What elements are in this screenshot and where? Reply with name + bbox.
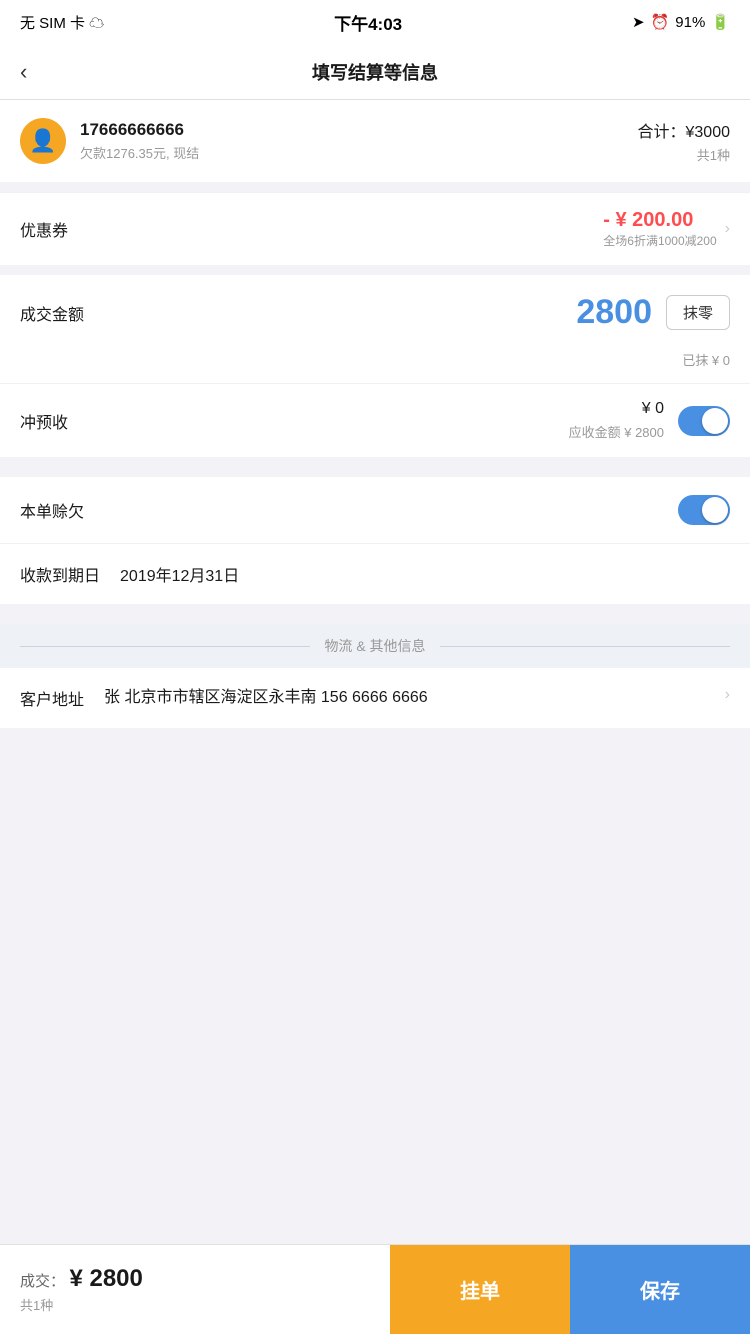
logistics-divider: 物流 & 其他信息 xyxy=(0,624,750,668)
coupon-value: - ¥ 200.00 xyxy=(603,209,716,232)
status-bar: 无 SIM 卡 ☁ 下午4:03 ➤ ⏰ 91% 🔋 xyxy=(0,0,750,44)
amount-section: 成交金额 2800 抹零 已抹 ¥ 0 冲预收 ¥ 0 应收金额 ¥ 2800 xyxy=(0,275,750,457)
due-date-value: 2019年12月31日 xyxy=(120,562,239,586)
prepay-row: 冲预收 ¥ 0 应收金额 ¥ 2800 xyxy=(0,383,750,457)
customer-left: 👤 17666666666 欠款1276.35元, 现结 xyxy=(20,118,199,164)
location-icon: ➤ xyxy=(632,13,645,31)
save-button[interactable]: 保存 xyxy=(570,1245,750,1334)
alarm-icon: ⏰ xyxy=(651,13,670,31)
amount-sub: 已抹 ¥ 0 xyxy=(0,350,750,383)
debt-toggle[interactable] xyxy=(678,495,730,525)
customer-phone: 17666666666 xyxy=(80,120,199,140)
address-row[interactable]: 客户地址 张 北京市市辖区海淀区永丰南 156 6666 6666 › xyxy=(0,668,750,728)
customer-info: 17666666666 欠款1276.35元, 现结 xyxy=(80,120,199,162)
amount-row: 成交金额 2800 抹零 xyxy=(0,275,750,350)
prepay-right: ¥ 0 应收金额 ¥ 2800 xyxy=(569,400,730,441)
nav-bar: ‹ 填写结算等信息 xyxy=(0,44,750,100)
coupon-desc: 全场6折满1000减200 xyxy=(603,232,716,249)
due-label: 收款到期日 xyxy=(20,562,100,586)
customer-right: 合计：¥3000 共1种 xyxy=(637,118,730,164)
address-value: 张 北京市市辖区海淀区永丰南 156 6666 6666 xyxy=(104,686,711,710)
divider-line-left xyxy=(20,646,310,647)
due-date-row: 收款到期日 2019年12月31日 xyxy=(0,543,750,604)
prepay-toggle[interactable] xyxy=(678,406,730,436)
avatar: 👤 xyxy=(20,118,66,164)
amount-right: 2800 抹零 xyxy=(576,293,730,332)
amount-label: 成交金额 xyxy=(20,301,84,325)
coupon-label: 优惠券 xyxy=(20,217,68,241)
debt-section: 本单赊欠 收款到期日 2019年12月31日 xyxy=(0,477,750,604)
bottom-count: 共1种 xyxy=(20,1295,370,1314)
bottom-total-value: ¥ 2800 xyxy=(69,1265,142,1292)
customer-total: 合计：¥3000 xyxy=(637,118,730,142)
prepay-amount: ¥ 0 xyxy=(642,400,664,418)
bottom-summary: 成交： ¥ 2800 共1种 xyxy=(0,1265,390,1314)
debt-label: 本单赊欠 xyxy=(20,498,84,522)
amount-value: 2800 xyxy=(576,293,652,332)
prepay-label: 冲预收 xyxy=(20,409,68,433)
debt-row: 本单赊欠 xyxy=(0,477,750,543)
back-button[interactable]: ‹ xyxy=(20,55,35,89)
address-label: 客户地址 xyxy=(20,686,90,710)
prepay-sub: 应收金额 ¥ 2800 xyxy=(569,422,664,441)
prepay-values: ¥ 0 应收金额 ¥ 2800 xyxy=(569,400,664,441)
divider-2 xyxy=(0,467,750,477)
battery-icon: 🔋 xyxy=(711,13,730,31)
divider-line-right xyxy=(440,646,730,647)
coupon-row[interactable]: 优惠券 - ¥ 200.00 全场6折满1000减200 › xyxy=(0,192,750,265)
customer-count: 共1种 xyxy=(637,145,730,164)
round-button[interactable]: 抹零 xyxy=(666,295,730,330)
status-left: 无 SIM 卡 ☁ xyxy=(20,12,104,33)
battery-label: 91% xyxy=(675,14,705,31)
hang-button[interactable]: 挂单 xyxy=(390,1245,570,1334)
status-right: ➤ ⏰ 91% 🔋 xyxy=(632,13,730,31)
divider-1 xyxy=(0,265,750,275)
avatar-icon: 👤 xyxy=(29,128,56,154)
coupon-right: - ¥ 200.00 全场6折满1000减200 › xyxy=(603,209,730,249)
chevron-right-icon: › xyxy=(725,220,730,238)
no-sim-label: 无 SIM 卡 ☁ xyxy=(20,12,104,33)
page-title: 填写结算等信息 xyxy=(312,59,438,85)
customer-card: 👤 17666666666 欠款1276.35元, 现结 合计：¥3000 共1… xyxy=(0,100,750,182)
address-chevron-icon: › xyxy=(725,686,730,704)
bottom-bar: 成交： ¥ 2800 共1种 挂单 保存 xyxy=(0,1244,750,1334)
divider-3 xyxy=(0,614,750,624)
bottom-total-label: 成交： xyxy=(20,1273,65,1290)
status-time: 下午4:03 xyxy=(334,10,402,35)
bottom-total-row: 成交： ¥ 2800 xyxy=(20,1265,370,1293)
logistics-label: 物流 & 其他信息 xyxy=(324,636,425,656)
gray-area xyxy=(0,728,750,848)
customer-sub: 欠款1276.35元, 现结 xyxy=(80,143,199,162)
content: 👤 17666666666 欠款1276.35元, 现结 合计：¥3000 共1… xyxy=(0,100,750,938)
